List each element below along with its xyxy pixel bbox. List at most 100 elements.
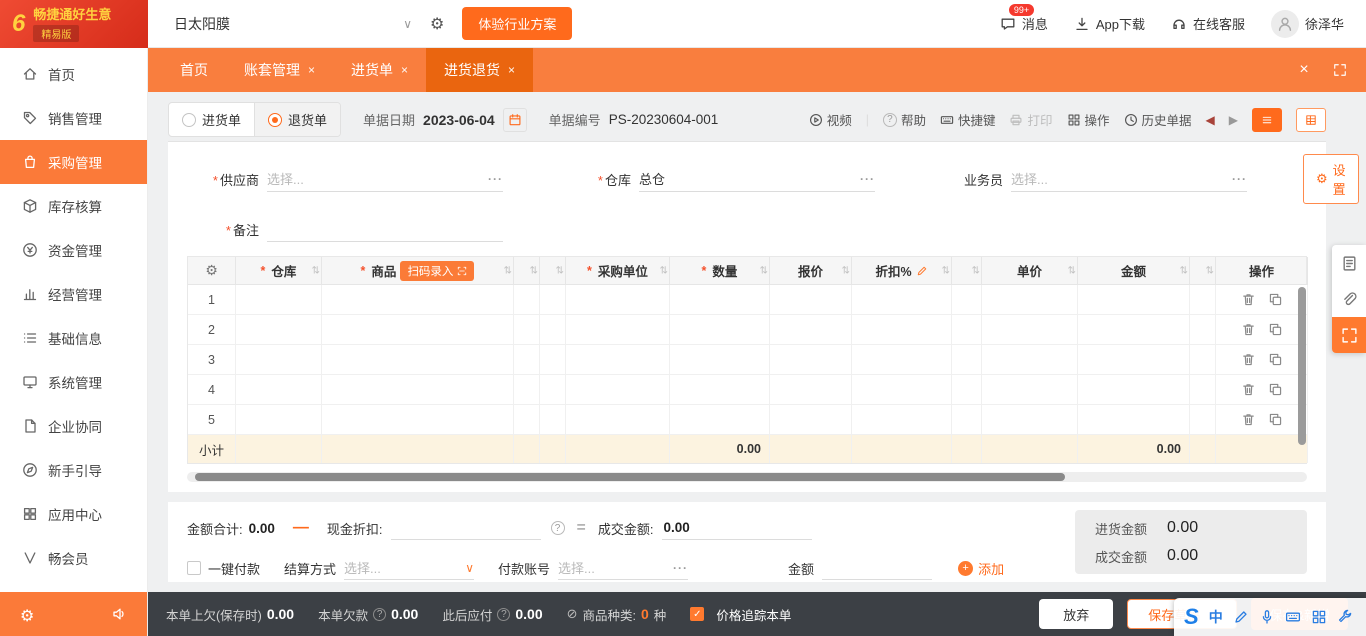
more-options-icon[interactable]: ··· bbox=[860, 172, 875, 186]
tab-close-icon[interactable]: × bbox=[308, 63, 315, 77]
grid-cell[interactable] bbox=[322, 315, 514, 345]
settings-gear-icon[interactable]: ⚙ bbox=[20, 606, 36, 625]
grid-cell[interactable] bbox=[1190, 345, 1216, 375]
sidebar-item-purchase[interactable]: 采购管理 bbox=[0, 140, 147, 184]
grid-cell[interactable] bbox=[236, 345, 322, 375]
grid-cell[interactable] bbox=[1078, 315, 1190, 345]
settle-method-select[interactable]: 选择... ∨ bbox=[344, 556, 475, 580]
grid-cell[interactable] bbox=[566, 345, 670, 375]
grid-cell[interactable] bbox=[1078, 345, 1190, 375]
close-all-tabs-icon[interactable]: × bbox=[1296, 61, 1312, 78]
sidebar-item-sales[interactable]: 销售管理 bbox=[0, 96, 147, 140]
user-menu[interactable]: 徐泽华 bbox=[1270, 9, 1344, 38]
help-button[interactable]: ? 帮助 bbox=[882, 110, 926, 129]
grid-cell[interactable] bbox=[670, 315, 770, 345]
grid-cell[interactable] bbox=[952, 285, 982, 315]
sort-icon[interactable]: ⇅ bbox=[1068, 265, 1076, 276]
sort-icon[interactable]: ⇅ bbox=[760, 265, 768, 276]
account-selector[interactable]: 日太阳膜 ∨ bbox=[174, 14, 412, 34]
grid-cell[interactable] bbox=[670, 405, 770, 435]
col-extra[interactable]: ⇅ bbox=[952, 257, 982, 285]
col-warehouse[interactable]: * 仓库 ⇅ bbox=[236, 257, 322, 285]
grid-cell[interactable] bbox=[670, 345, 770, 375]
pay-account-select[interactable]: 选择... ··· bbox=[558, 556, 689, 580]
grid-cell[interactable] bbox=[514, 375, 540, 405]
tab-close-icon[interactable]: × bbox=[508, 63, 515, 77]
grid-cell[interactable] bbox=[236, 315, 322, 345]
radio-return-order[interactable]: 退货单 bbox=[254, 103, 341, 136]
grid-cell[interactable] bbox=[322, 375, 514, 405]
sort-icon[interactable]: ⇅ bbox=[942, 265, 950, 276]
grid-cell[interactable] bbox=[770, 345, 852, 375]
more-options-icon[interactable]: ··· bbox=[1232, 172, 1247, 186]
tab-1[interactable]: 账套管理 × bbox=[226, 48, 333, 92]
pay-amount-input[interactable] bbox=[822, 556, 933, 580]
warehouse-select[interactable]: 总仓 ··· bbox=[639, 166, 875, 192]
grid-cell[interactable] bbox=[1078, 405, 1190, 435]
grid-cell[interactable] bbox=[514, 285, 540, 315]
col-amount[interactable]: 金额 ⇅ bbox=[1078, 257, 1190, 285]
sidebar-item-funds[interactable]: 资金管理 bbox=[0, 228, 147, 272]
grid-cell[interactable] bbox=[1190, 405, 1216, 435]
ime-mode-toggle[interactable]: 中 bbox=[1209, 607, 1223, 627]
tab-close-icon[interactable]: × bbox=[401, 63, 408, 77]
app-download-button[interactable]: App下载 bbox=[1074, 14, 1145, 33]
sidebar-item-baseinfo[interactable]: 基础信息 bbox=[0, 316, 147, 360]
delete-row-icon[interactable] bbox=[1241, 292, 1256, 307]
col-extra[interactable]: ⇅ bbox=[540, 257, 566, 285]
grid-cell[interactable] bbox=[770, 315, 852, 345]
add-payment-button[interactable]: + 添加 bbox=[958, 559, 1004, 578]
grid-cell[interactable] bbox=[1190, 315, 1216, 345]
supplier-select[interactable]: 选择... ··· bbox=[267, 166, 503, 192]
grid-cell[interactable] bbox=[952, 345, 982, 375]
grid-cell[interactable] bbox=[1190, 285, 1216, 315]
shortcuts-button[interactable]: 快捷键 bbox=[940, 110, 995, 129]
fullscreen-icon[interactable] bbox=[1332, 62, 1348, 78]
scrollbar-thumb[interactable] bbox=[195, 473, 1065, 481]
grid-cell[interactable] bbox=[322, 345, 514, 375]
print-button[interactable]: 打印 bbox=[1009, 110, 1053, 129]
radio-purchase-order[interactable]: 进货单 bbox=[169, 103, 254, 136]
sidebar-item-guide[interactable]: 新手引导 bbox=[0, 448, 147, 492]
grid-cell[interactable] bbox=[982, 405, 1078, 435]
sidebar-item-business[interactable]: 经营管理 bbox=[0, 272, 147, 316]
grid-cell[interactable] bbox=[514, 345, 540, 375]
debt-help-icon[interactable]: ? bbox=[373, 607, 387, 621]
grid-cell[interactable] bbox=[566, 405, 670, 435]
sort-icon[interactable]: ⇅ bbox=[1180, 265, 1188, 276]
grid-cell[interactable] bbox=[852, 345, 952, 375]
sort-icon[interactable]: ⇅ bbox=[1206, 265, 1214, 276]
grid-cell[interactable] bbox=[670, 375, 770, 405]
account-settings-gear-icon[interactable]: ⚙ bbox=[430, 14, 444, 34]
col-product[interactable]: * 商品 扫码录入 ⇅ bbox=[322, 257, 514, 285]
grid-cell[interactable] bbox=[322, 405, 514, 435]
grid-cell[interactable] bbox=[982, 315, 1078, 345]
sort-icon[interactable]: ⇅ bbox=[312, 265, 320, 276]
sort-icon[interactable]: ⇅ bbox=[530, 265, 538, 276]
grid-cell[interactable] bbox=[540, 375, 566, 405]
tab-0[interactable]: 首页 bbox=[162, 48, 226, 92]
ime-toolbox-icon[interactable] bbox=[1337, 609, 1353, 625]
ime-grid-icon[interactable] bbox=[1311, 609, 1327, 625]
vertical-scrollbar[interactable] bbox=[1298, 285, 1306, 445]
copy-row-icon[interactable] bbox=[1268, 292, 1283, 307]
copy-row-icon[interactable] bbox=[1268, 412, 1283, 427]
ime-pen-icon[interactable] bbox=[1233, 609, 1249, 625]
tab-2[interactable]: 进货单 × bbox=[333, 48, 426, 92]
grid-cell[interactable] bbox=[852, 405, 952, 435]
attachment-clip-icon[interactable] bbox=[1332, 281, 1366, 317]
ime-keyboard-icon[interactable] bbox=[1285, 609, 1301, 625]
one-key-pay-checkbox[interactable] bbox=[187, 561, 201, 575]
grid-cell[interactable] bbox=[982, 345, 1078, 375]
grid-cell[interactable] bbox=[566, 285, 670, 315]
grid-cell[interactable] bbox=[236, 405, 322, 435]
grid-cell[interactable] bbox=[952, 375, 982, 405]
col-extra[interactable]: ⇅ bbox=[514, 257, 540, 285]
announcement-speaker-icon[interactable] bbox=[111, 606, 127, 622]
payable-help-icon[interactable]: ? bbox=[497, 607, 511, 621]
sidebar-item-inventory[interactable]: 库存核算 bbox=[0, 184, 147, 228]
online-service-button[interactable]: 在线客服 bbox=[1171, 14, 1245, 33]
more-options-icon[interactable]: ··· bbox=[673, 561, 688, 575]
grid-cell[interactable] bbox=[952, 315, 982, 345]
grid-cell[interactable] bbox=[770, 285, 852, 315]
